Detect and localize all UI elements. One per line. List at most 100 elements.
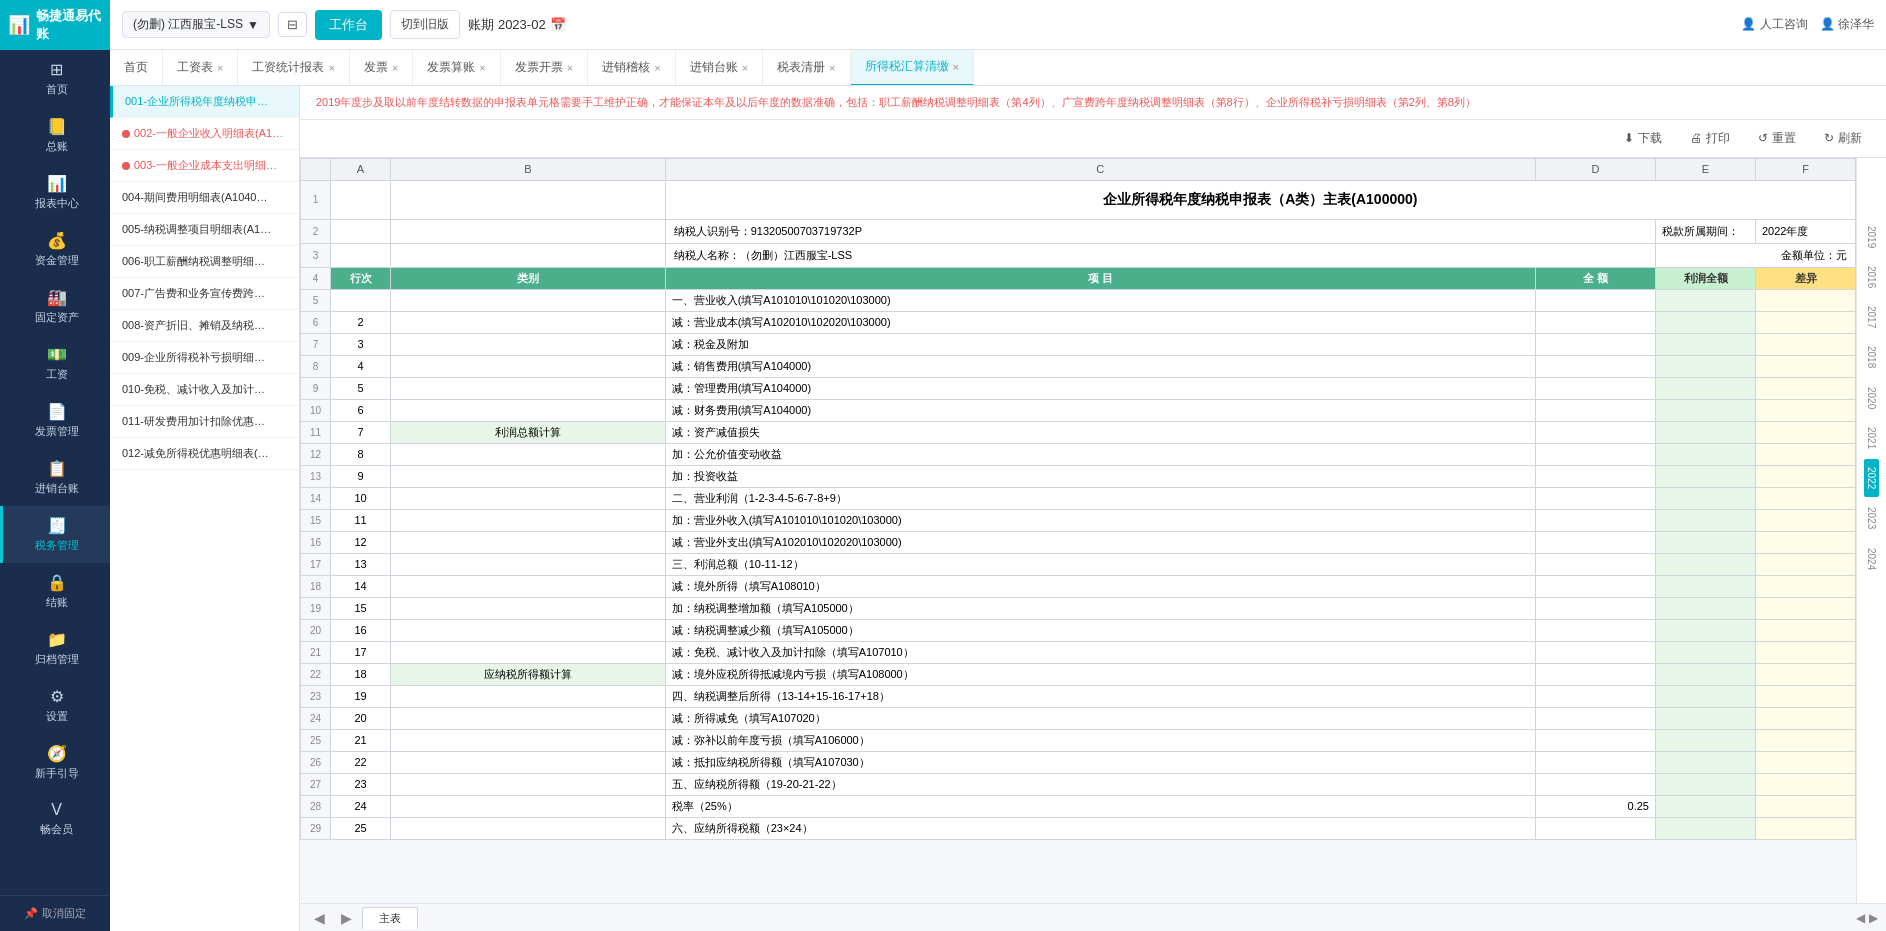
left-panel-item-003[interactable]: 003-一般企业成本支出明细… [110, 150, 299, 182]
cell-12-A[interactable]: 8 [331, 443, 391, 465]
cell-18-D[interactable] [1536, 575, 1656, 597]
cell-23-F[interactable] [1756, 685, 1856, 707]
cell-7-D[interactable] [1536, 333, 1656, 355]
cell-11-F[interactable] [1756, 421, 1856, 443]
download-button[interactable]: ⬇ 下载 [1616, 126, 1670, 151]
cell-15-A[interactable]: 11 [331, 509, 391, 531]
print-button[interactable]: 🖨 打印 [1682, 126, 1738, 151]
tab-sales-check[interactable]: 进销稽核 × [588, 50, 675, 86]
left-panel-item-004[interactable]: 004-期间费用明细表(A1040… [110, 182, 299, 214]
cell-9-C[interactable]: 减：管理费用(填写A104000) [665, 377, 1535, 399]
cell-15-B[interactable] [391, 509, 666, 531]
cell-18-B[interactable] [391, 575, 666, 597]
tab-sales-ledger[interactable]: 进销台账 × [676, 50, 763, 86]
left-panel-item-011[interactable]: 011-研发费用加计扣除优惠… [110, 406, 299, 438]
tab-close-invoice-calc[interactable]: × [479, 62, 485, 74]
cell-19-A[interactable]: 15 [331, 597, 391, 619]
sidebar-item-reports[interactable]: 📊报表中心 [0, 164, 110, 221]
year-item-2023[interactable]: 2023 [1864, 499, 1879, 537]
sidebar-item-settings[interactable]: ⚙设置 [0, 677, 110, 734]
cell-15-C[interactable]: 加：营业外收入(填写A101010\101020\103000) [665, 509, 1535, 531]
sidebar-item-sales[interactable]: 📋进销台账 [0, 449, 110, 506]
cell-28-E[interactable] [1656, 795, 1756, 817]
tab-close-invoice-mgr[interactable]: × [392, 62, 398, 74]
tab-close-tax-clear[interactable]: × [829, 62, 835, 74]
cell-29-A[interactable]: 25 [331, 817, 391, 839]
left-panel-item-007[interactable]: 007-广告费和业务宣传费跨… [110, 278, 299, 310]
sidebar-item-invoice[interactable]: 📄发票管理 [0, 392, 110, 449]
cell-22-F[interactable] [1756, 663, 1856, 685]
cell-17-F[interactable] [1756, 553, 1856, 575]
cell-14-F[interactable] [1756, 487, 1856, 509]
cell-28-F[interactable] [1756, 795, 1856, 817]
cell-21-C[interactable]: 减：免税、减计收入及加计扣除（填写A107010） [665, 641, 1535, 663]
cell-12-C[interactable]: 加：公允价值变动收益 [665, 443, 1535, 465]
cell-6-D[interactable] [1536, 311, 1656, 333]
cell-8-F[interactable] [1756, 355, 1856, 377]
cell-14-E[interactable] [1656, 487, 1756, 509]
sidebar-item-tax[interactable]: 🧾税务管理 [0, 506, 110, 563]
cell-8-C[interactable]: 减：销售费用(填写A104000) [665, 355, 1535, 377]
cell-24-E[interactable] [1656, 707, 1756, 729]
cell-23-B[interactable] [391, 685, 666, 707]
scroll-right-icon[interactable]: ▶ [1869, 911, 1878, 925]
cell-10-E[interactable] [1656, 399, 1756, 421]
cell-10-B[interactable] [391, 399, 666, 421]
cell-19-C[interactable]: 加：纳税调整增加额（填写A105000） [665, 597, 1535, 619]
tab-payroll-stats[interactable]: 工资统计报表 × [238, 50, 349, 86]
cell-12-B[interactable] [391, 443, 666, 465]
cell-11-D[interactable] [1536, 421, 1656, 443]
cell-17-D[interactable] [1536, 553, 1656, 575]
user-label[interactable]: 👤 徐泽华 [1820, 16, 1874, 33]
cell-26-D[interactable] [1536, 751, 1656, 773]
cell-12-D[interactable] [1536, 443, 1656, 465]
cell-22-D[interactable] [1536, 663, 1656, 685]
cell-9-D[interactable] [1536, 377, 1656, 399]
cell-29-D[interactable] [1536, 817, 1656, 839]
year-item-2021[interactable]: 2021 [1864, 419, 1879, 457]
left-panel-item-001[interactable]: 001-企业所得税年度纳税申… [110, 86, 299, 118]
cell-24-C[interactable]: 减：所得减免（填写A107020） [665, 707, 1535, 729]
tab-tax-clear[interactable]: 税表清册 × [763, 50, 850, 86]
sheet-tab-main[interactable]: 主表 [362, 907, 418, 929]
cell-8-E[interactable] [1656, 355, 1756, 377]
sidebar-item-close[interactable]: 🔒结账 [0, 563, 110, 620]
cell-6-A[interactable]: 2 [331, 311, 391, 333]
cell-21-A[interactable]: 17 [331, 641, 391, 663]
cell-10-F[interactable] [1756, 399, 1856, 421]
cell-29-B[interactable] [391, 817, 666, 839]
cell-1-B[interactable] [391, 180, 666, 219]
cell-13-A[interactable]: 9 [331, 465, 391, 487]
cell-26-F[interactable] [1756, 751, 1856, 773]
cell-2-A[interactable] [331, 219, 391, 243]
print-icon-button[interactable]: ⊟ [278, 12, 307, 37]
cell-15-E[interactable] [1656, 509, 1756, 531]
refresh-button[interactable]: ↻ 刷新 [1816, 126, 1870, 151]
tab-close-income-tax[interactable]: × [953, 61, 959, 73]
cell-25-C[interactable]: 减：弥补以前年度亏损（填写A106000） [665, 729, 1535, 751]
cell-21-D[interactable] [1536, 641, 1656, 663]
cell-6-E[interactable] [1656, 311, 1756, 333]
cell-1-A[interactable] [331, 180, 391, 219]
cell-14-B[interactable] [391, 487, 666, 509]
cell-20-B[interactable] [391, 619, 666, 641]
cell-9-B[interactable] [391, 377, 666, 399]
cell-6-C[interactable]: 减：营业成本(填写A102010\102020\103000) [665, 311, 1535, 333]
cell-26-E[interactable] [1656, 751, 1756, 773]
year-item-2019[interactable]: 2019 [1864, 218, 1879, 256]
tab-invoice-calc[interactable]: 发票算账 × [413, 50, 500, 86]
cell-2-B[interactable] [391, 219, 666, 243]
cell-19-D[interactable] [1536, 597, 1656, 619]
service-label[interactable]: 👤 人工咨询 [1741, 16, 1807, 33]
cell-17-C[interactable]: 三、利润总额（10-11-12） [665, 553, 1535, 575]
cell-18-C[interactable]: 减：境外所得（填写A108010） [665, 575, 1535, 597]
cell-24-B[interactable] [391, 707, 666, 729]
cell-5-E[interactable] [1656, 289, 1756, 311]
cell-5-A[interactable] [331, 289, 391, 311]
cell-28-B[interactable] [391, 795, 666, 817]
sidebar-item-assets[interactable]: 🏭固定资产 [0, 278, 110, 335]
tab-income-tax[interactable]: 所得税汇算清缴 × [851, 50, 974, 86]
tab-close-sales-check[interactable]: × [654, 62, 660, 74]
cell-21-E[interactable] [1656, 641, 1756, 663]
cell-25-B[interactable] [391, 729, 666, 751]
